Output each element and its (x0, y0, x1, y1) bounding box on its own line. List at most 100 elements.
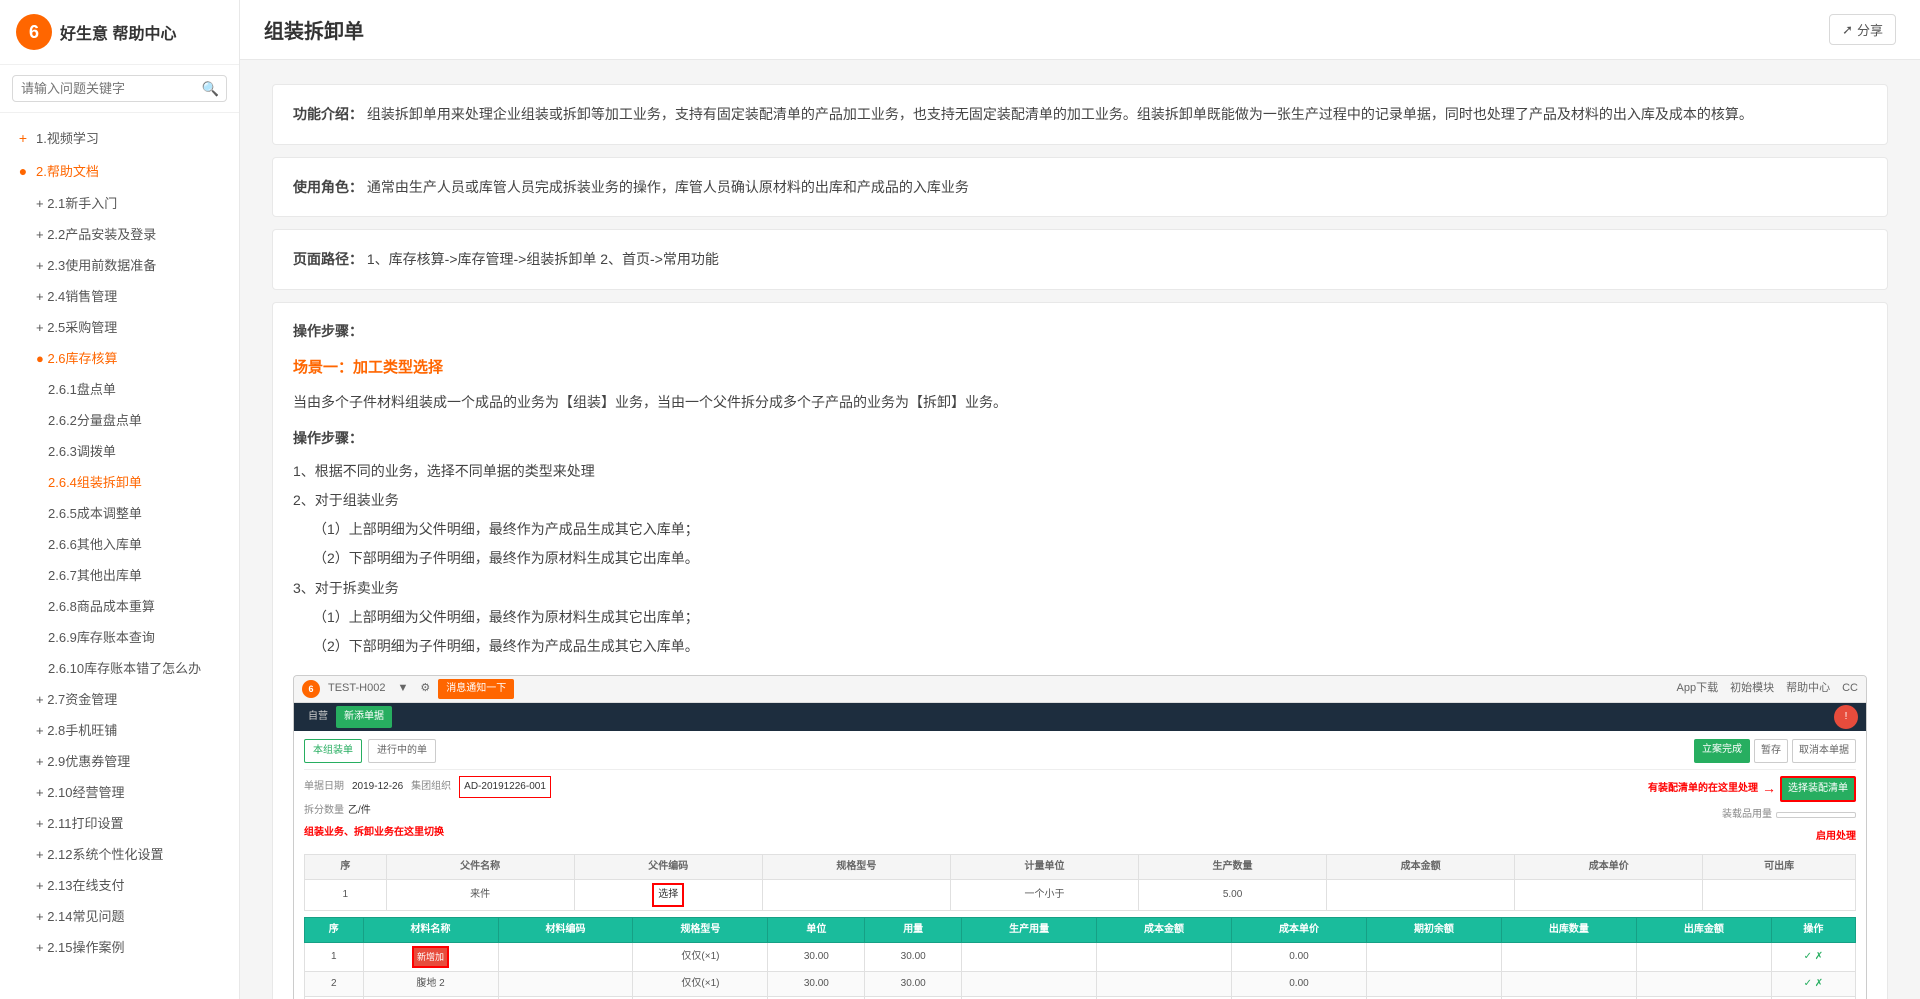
ss-col-qty: 生产数量 (1139, 855, 1327, 880)
ss-qty-label: 拆分数量 (304, 802, 344, 820)
ss-nav-new: 新添单据 (336, 706, 392, 728)
role-box: 使用角色： 通常由生产人员或库管人员完成拆装业务的操作，库管人员确认原材料的出库… (272, 157, 1888, 218)
ss-qty-row: 拆分数量 乙/件 (304, 802, 1636, 820)
sidebar-item-payment[interactable]: + 2.13在线支付 (0, 869, 239, 900)
sidebar-item-stock-ledger[interactable]: 2.6.9库存账本查询 (0, 621, 239, 652)
ss-cell-cost-amt (1327, 880, 1515, 911)
ss-sub-table: 序 材料名称 材料编码 规格型号 单位 用量 生产用量 成本金额 成本单价 (304, 917, 1856, 999)
search-icon[interactable]: 🔍 (202, 80, 219, 97)
sidebar-item-video[interactable]: + 1.视频学习 (0, 121, 239, 154)
ss-arrow1: → (1762, 776, 1776, 801)
path-box: 页面路径： 1、库存核算->库存管理->组装拆卸单 2、首页->常用功能 (272, 229, 1888, 290)
sidebar-item-finance[interactable]: + 2.7资金管理 (0, 683, 239, 714)
ss-sub-col-cost-amt: 成本金额 (1097, 918, 1232, 943)
ss-date-val: 2019-12-26 (352, 778, 403, 796)
sidebar-item-other-in[interactable]: 2.6.6其他入库单 (0, 528, 239, 559)
ss-logo: 6 (302, 680, 320, 698)
ss-col-parent-code: 父件编码 (574, 855, 762, 880)
sidebar-item-operation[interactable]: + 2.10经营管理 (0, 776, 239, 807)
ss-cell-spec (762, 880, 950, 911)
sidebar-item-purchase[interactable]: + 2.5采购管理 (0, 311, 239, 342)
ss-row2-op: ✓ ✗ (1804, 978, 1824, 989)
ss-info-right: 有装配清单的在这里处理 → 选择装配清单 装载品用量 启用处理 (1648, 776, 1856, 846)
ss-cell-parent-code: 选择 (574, 880, 762, 911)
sidebar-item-stock-error[interactable]: 2.6.10库存账本错了怎么办 (0, 652, 239, 683)
sidebar-item-faq[interactable]: + 2.14常见问题 (0, 900, 239, 931)
share-icon: ➚ (1842, 22, 1853, 38)
sidebar-item-assemble[interactable]: 2.6.4组装拆卸单 (0, 466, 239, 497)
search-area: 🔍 (0, 65, 239, 113)
ss-doc-area: 本组装单 进行中的单 立案完成 暂存 取消本单据 单据日期 (294, 731, 1866, 999)
ss-cc: CC (1842, 679, 1858, 699)
sidebar-item-beginner[interactable]: + 2.1新手入门 (0, 187, 239, 218)
sidebar-item-inventory[interactable]: ● 2.6库存核算 (0, 342, 239, 373)
ss-cell-seq: 1 (305, 880, 387, 911)
ss-sub-col-spec: 规格型号 (633, 918, 768, 943)
sidebar-item-system[interactable]: + 2.12系统个性化设置 (0, 838, 239, 869)
sidebar-item-cases[interactable]: + 2.15操作案例 (0, 931, 239, 962)
intro-box: 功能介绍： 组装拆卸单用来处理企业组装或拆卸等加工业务，支持有固定装配清单的产品… (272, 84, 1888, 145)
page-title: 组装拆卸单 (264, 15, 364, 44)
ss-date-label: 单据日期 (304, 778, 344, 796)
sidebar-item-coupon[interactable]: + 2.9优惠券管理 (0, 745, 239, 776)
ss-col-seq: 序 (305, 855, 387, 880)
scene1-title: 场景一：加工类型选择 (293, 354, 1867, 381)
content-area: 功能介绍： 组装拆卸单用来处理企业组装或拆卸等加工业务，支持有固定装配清单的产品… (240, 60, 1920, 999)
intro-label: 功能介绍： (293, 106, 363, 122)
ss-nav-alert: ! (1834, 705, 1858, 729)
ss-main-table: 序 父件名称 父件编码 规格型号 计量单位 生产数量 成本金额 成本单价 可出库 (304, 854, 1856, 911)
ss-info-left: 单据日期 2019-12-26 集团组织 AD-20191226-001 拆分数… (304, 776, 1636, 842)
sidebar-item-partial-stocktake[interactable]: 2.6.2分量盘点单 (0, 404, 239, 435)
sidebar-item-cost-recalc[interactable]: 2.6.8商品成本重算 (0, 590, 239, 621)
table-row: 1 新增加 仅仅(×1) 30.00 30.00 (305, 943, 1856, 972)
ss-annotation2: 组装业务、拆卸业务在这里切换 (304, 824, 444, 842)
sidebar-item-stocktake[interactable]: 2.6.1盘点单 (0, 373, 239, 404)
ss-init: 初始模块 (1730, 679, 1774, 699)
role-text: 通常由生产人员或库管人员完成拆装业务的操作，库管人员确认原材料的出库和产成品的入… (367, 179, 969, 195)
ss-sub-col-usage: 用量 (865, 918, 962, 943)
ss-topnav: App下载 初始模块 帮助中心 CC (1677, 679, 1858, 699)
ss-org-label: 集团组织 (411, 778, 451, 796)
sidebar-item-mobile[interactable]: + 2.8手机旺铺 (0, 714, 239, 745)
sidebar-item-install[interactable]: + 2.2产品安装及登录 (0, 218, 239, 249)
ss-btn-confirm: 立案完成 (1694, 739, 1750, 763)
share-button[interactable]: ➚ 分享 (1829, 14, 1896, 45)
ss-orange-btn: 消息通知一下 (438, 679, 514, 699)
logo-area: 6 好生意 帮助中心 (0, 0, 239, 65)
ss-navbar: 自营 新添单据 ! (294, 703, 1866, 731)
sidebar-item-dataprep[interactable]: + 2.3使用前数据准备 (0, 249, 239, 280)
ss-org-val: AD-20191226-001 (459, 776, 551, 798)
sidebar-item-other-out[interactable]: 2.6.7其他出库单 (0, 559, 239, 590)
ss-nav-home: 自营 (302, 706, 334, 728)
ss-right-panel-area: 装载品用量 (1722, 806, 1856, 824)
sidebar-item-sales[interactable]: + 2.4销售管理 (0, 280, 239, 311)
screenshot: 6 TEST-H002 ▼ ⚙ 消息通知一下 App下载 初始模块 帮助中心 C… (293, 675, 1867, 999)
ss-cell-unit: 一个小于 (950, 880, 1138, 911)
ss-sub-col-cost-price: 成本单价 (1232, 918, 1367, 943)
ss-annotation1: 有装配清单的在这里处理 (1648, 780, 1758, 798)
step1: 1、根据不同的业务，选择不同单据的类型来处理 (293, 459, 1867, 484)
ss-sub-col-mat-code: 材料编码 (498, 918, 633, 943)
sidebar-item-docs[interactable]: ● 2.帮助文档 (0, 154, 239, 187)
sidebar-item-cost-adjust[interactable]: 2.6.5成本调整单 (0, 497, 239, 528)
ss-cell-parent-name: 来件 (386, 880, 574, 911)
sidebar-item-transfer[interactable]: 2.6.3调拨单 (0, 435, 239, 466)
ss-annotation2-row: 组装业务、拆卸业务在这里切换 (304, 824, 1636, 842)
share-label: 分享 (1857, 20, 1883, 39)
ss-sub-col-unit: 单位 (768, 918, 865, 943)
path-label: 页面路径： (293, 251, 363, 267)
ss-sub-table-area: 序 材料名称 材料编码 规格型号 单位 用量 生产用量 成本金额 成本单价 (304, 917, 1856, 999)
ss-input-field (1776, 812, 1856, 818)
search-input[interactable] (12, 75, 227, 102)
ss-right-panel-label: 装载品用量 (1722, 806, 1772, 824)
sidebar-item-print[interactable]: + 2.11打印设置 (0, 807, 239, 838)
ss-cell-avail (1703, 880, 1856, 911)
ss-main-table-area: 序 父件名称 父件编码 规格型号 计量单位 生产数量 成本金额 成本单价 可出库 (304, 854, 1856, 911)
ss-sub-col-op: 操作 (1771, 918, 1855, 943)
ss-tab-current: 本组装单 (304, 739, 362, 763)
ss-settings: ⚙ (420, 679, 430, 699)
table-row: 2 腹地 2 仅仅(×1) 30.00 30.00 0.00 (305, 972, 1856, 997)
plus-icon: + (16, 131, 30, 145)
ss-nav-right: ! (1834, 705, 1858, 729)
ss-col-available: 可出库 (1703, 855, 1856, 880)
